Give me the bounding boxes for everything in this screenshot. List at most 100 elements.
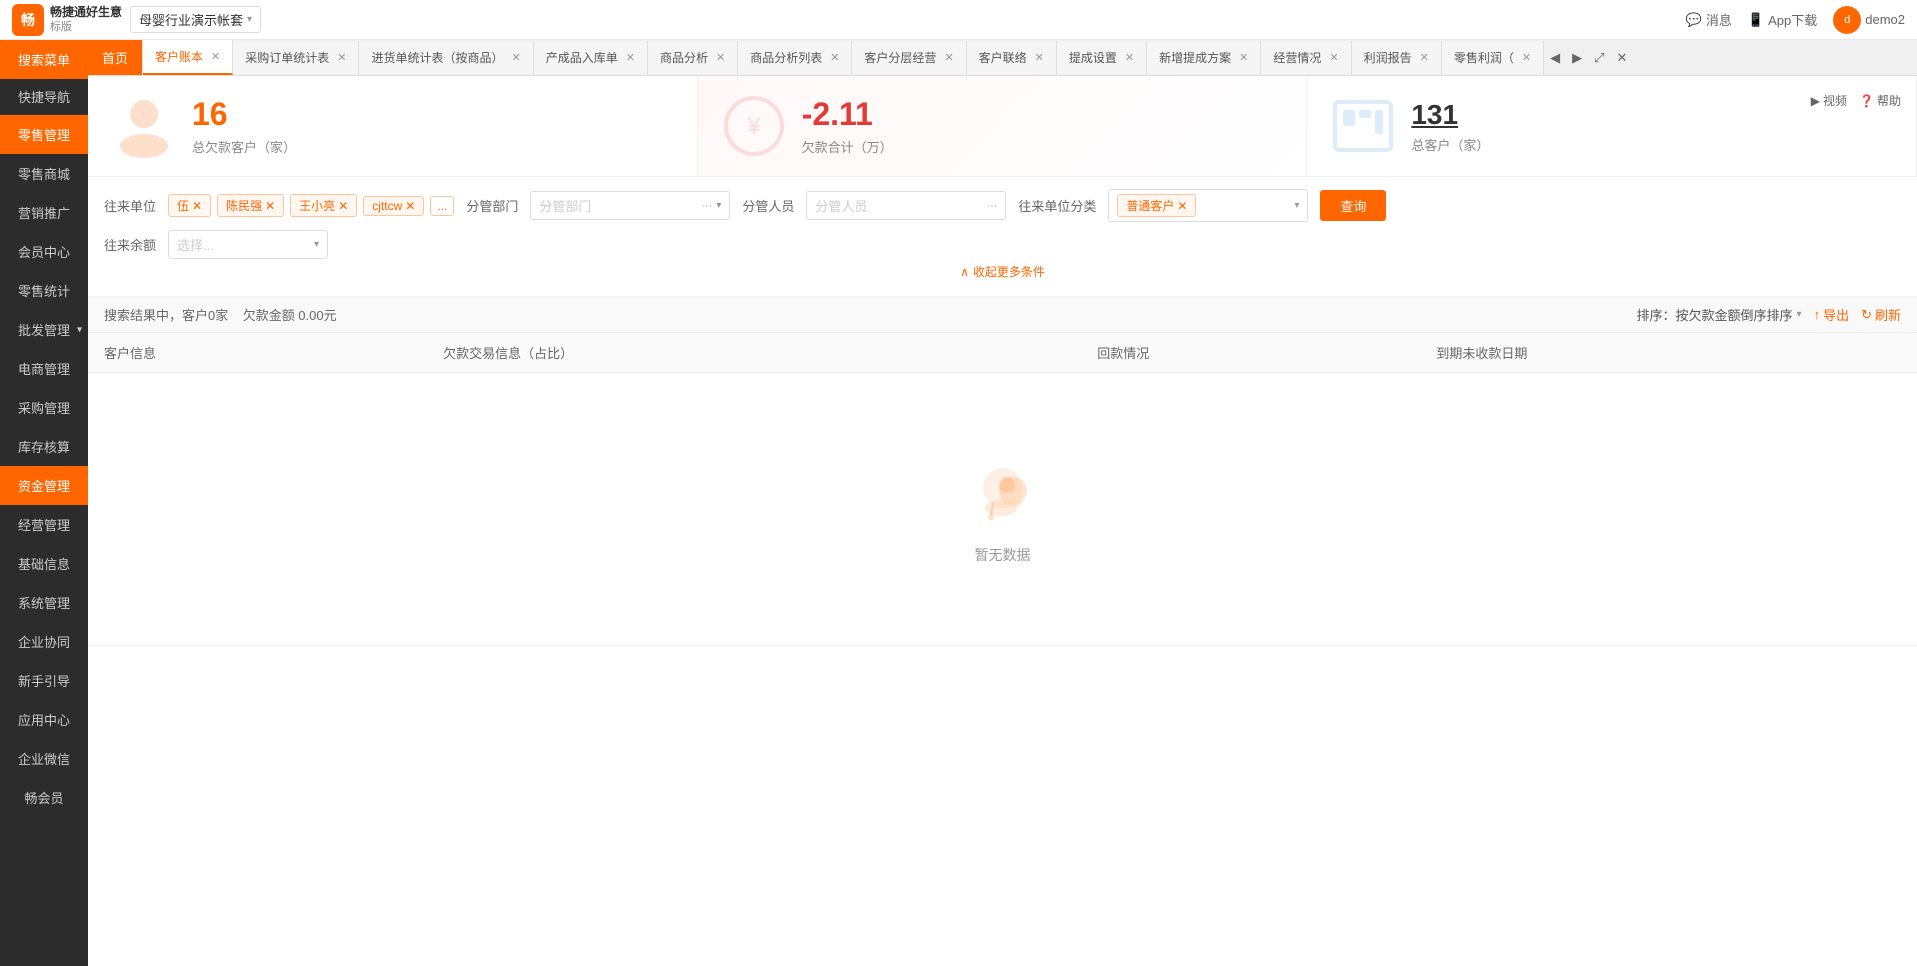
unit-class-select[interactable]: 普通客户 ✕ ▾ (1108, 189, 1308, 222)
chevron-down-icon: ▾ (247, 14, 252, 25)
sidebar-item-system[interactable]: 系统管理 (0, 583, 88, 622)
sidebar-item-retail-management[interactable]: 零售管理 (0, 115, 88, 154)
sidebar-item-wechat[interactable]: 企业微信 (0, 739, 88, 778)
tag-close-chen[interactable]: ✕ (265, 199, 275, 213)
video-button[interactable]: ▶ 视频 (1811, 92, 1847, 109)
total-clients-value: 131 (1411, 99, 1489, 131)
search-button[interactable]: 查询 (1320, 190, 1386, 221)
main-layout: 搜索菜单 快捷导航 零售管理 零售商城 营销推广 会员中心 零售统计 批发管理 … (0, 40, 1917, 966)
tab-retail-profit[interactable]: 零售利润（ ✕ (1442, 41, 1544, 74)
tab-close-icon[interactable]: ✕ (626, 51, 635, 64)
sidebar-item-inventory[interactable]: 库存核算 (0, 427, 88, 466)
export-button[interactable]: ↑ 导出 (1814, 305, 1850, 324)
refresh-icon: ↻ (1861, 307, 1872, 323)
tab-goods-analysis[interactable]: 商品分析 ✕ (648, 41, 738, 74)
sidebar-item-app-center[interactable]: 应用中心 (0, 700, 88, 739)
help-button[interactable]: ❓ 帮助 (1859, 92, 1901, 109)
balance-select[interactable]: 选择... ▾ (168, 230, 328, 259)
tab-close-icon[interactable]: ✕ (1239, 51, 1248, 64)
sidebar: 搜索菜单 快捷导航 零售管理 零售商城 营销推广 会员中心 零售统计 批发管理 … (0, 40, 88, 966)
stat-customers-values: 16 总欠款客户（家） (192, 96, 296, 156)
empty-text: 暂无数据 (975, 545, 1031, 565)
export-icon: ↑ (1814, 307, 1821, 322)
tab-goods-analysis-list[interactable]: 商品分析列表 ✕ (738, 41, 852, 74)
tab-close-icon[interactable]: ✕ (716, 51, 725, 64)
avatar: d (1833, 6, 1861, 34)
sidebar-item-wholesale[interactable]: 批发管理 (0, 310, 88, 349)
sidebar-item-guide[interactable]: 新手引导 (0, 661, 88, 700)
sidebar-item-purchase[interactable]: 采购管理 (0, 388, 88, 427)
tab-customer-contact[interactable]: 客户联络 ✕ (967, 41, 1057, 74)
stat-debt-values: -2.11 欠款合计（万） (802, 96, 893, 156)
tab-close-icon[interactable]: ✕ (1420, 51, 1429, 64)
sort-select[interactable]: 排序：按欠款金额倒序排序 ▾ (1637, 305, 1802, 324)
tab-inbound-stats[interactable]: 进货单统计表（按商品） ✕ (359, 41, 533, 74)
sidebar-item-retail-stats[interactable]: 零售统计 (0, 271, 88, 310)
tab-close-icon[interactable]: ✕ (1035, 51, 1044, 64)
tab-close-icon[interactable]: ✕ (1522, 51, 1531, 64)
app-download-button[interactable]: 📱 App下载 (1748, 10, 1817, 29)
tab-customer-layering[interactable]: 客户分层经营 ✕ (852, 41, 966, 74)
help-icon: ❓ (1859, 94, 1874, 108)
tab-profit-report[interactable]: 利润报告 ✕ (1352, 41, 1442, 74)
sidebar-item-basic-info[interactable]: 基础信息 (0, 544, 88, 583)
results-right: 排序：按欠款金额倒序排序 ▾ ↑ 导出 ↻ 刷新 (1637, 305, 1901, 324)
filter-tag-wang: 王小亮 ✕ (290, 194, 357, 217)
tag-close-cjttcw[interactable]: ✕ (405, 199, 415, 213)
filter-more-tags[interactable]: ... (430, 196, 454, 216)
unit-filter-label: 往来单位 (104, 196, 156, 215)
message-icon: 💬 (1686, 12, 1702, 28)
tab-business-status[interactable]: 经营情况 ✕ (1261, 41, 1351, 74)
filter-tag-cjttcw: cjttcw ✕ (363, 196, 424, 216)
tab-commission-settings[interactable]: 提成设置 ✕ (1057, 41, 1147, 74)
tag-close-wang[interactable]: ✕ (338, 199, 348, 213)
tab-expand-icon[interactable]: ⤢ (1588, 42, 1610, 74)
sidebar-search[interactable]: 搜索菜单 (0, 40, 88, 79)
tab-home[interactable]: 首页 (88, 40, 143, 75)
sidebar-item-retail-mall[interactable]: 零售商城 (0, 154, 88, 193)
tab-close-icon[interactable]: ✕ (1329, 51, 1338, 64)
col-due-date: 到期未收款日期 (1420, 333, 1917, 373)
video-icon: ▶ (1811, 94, 1820, 108)
unit-class-tag-close[interactable]: ✕ (1177, 199, 1187, 213)
results-bar: 搜索结果中，客户0家 欠款金额 0.00元 排序：按欠款金额倒序排序 ▾ ↑ 导… (88, 297, 1917, 333)
sidebar-item-enterprise[interactable]: 企业协同 (0, 622, 88, 661)
tag-close-wu[interactable]: ✕ (192, 199, 202, 213)
tab-close-all-icon[interactable]: ✕ (1610, 42, 1633, 74)
refresh-button[interactable]: ↻ 刷新 (1861, 305, 1901, 324)
sidebar-quick-nav[interactable]: 快捷导航 (0, 79, 88, 115)
user-menu[interactable]: d demo2 (1833, 6, 1905, 34)
store-select[interactable]: 母婴行业演示帐套 ▾ (130, 6, 261, 33)
tab-close-icon[interactable]: ✕ (211, 50, 220, 63)
tab-close-icon[interactable]: ✕ (830, 51, 839, 64)
dept-select[interactable]: 分管部门 ··· ▾ (530, 191, 730, 220)
tab-customer-ledger[interactable]: 客户账本 ✕ (143, 40, 233, 75)
col-payment-status: 回款情况 (1081, 333, 1420, 373)
tab-nav-next[interactable]: ▶ (1566, 42, 1588, 74)
total-clients-label: 总客户（家） (1411, 135, 1489, 154)
sidebar-item-vip[interactable]: 畅会员 (0, 778, 88, 817)
collapse-button[interactable]: ∧ 收起更多条件 (104, 259, 1901, 284)
col-customer-info: 客户信息 (88, 333, 427, 373)
sidebar-item-finance[interactable]: 资金管理 (0, 466, 88, 505)
tab-purchase-order-stats[interactable]: 采购订单统计表 ✕ (233, 41, 359, 74)
stat-top-right: ▶ 视频 ❓ 帮助 (1811, 92, 1901, 109)
tab-product-inbound[interactable]: 产成品入库单 ✕ (534, 41, 648, 74)
message-button[interactable]: 💬 消息 (1686, 10, 1732, 29)
sidebar-item-business[interactable]: 经营管理 (0, 505, 88, 544)
filter-tag-chen: 陈民强 ✕ (217, 194, 284, 217)
tab-close-icon[interactable]: ✕ (944, 51, 953, 64)
person-select[interactable]: 分管人员 ··· (806, 191, 1006, 220)
top-bar: 畅 畅捷通好生意 标版 母婴行业演示帐套 ▾ 💬 消息 📱 App下载 d de… (0, 0, 1917, 40)
tab-nav-prev[interactable]: ◀ (1544, 42, 1566, 74)
stat-total-clients: 131 总客户（家） (1307, 76, 1917, 176)
sidebar-item-marketing[interactable]: 营销推广 (0, 193, 88, 232)
sidebar-item-member-center[interactable]: 会员中心 (0, 232, 88, 271)
filter-area: 往来单位 伍 ✕ 陈民强 ✕ 王小亮 ✕ (88, 177, 1917, 297)
sidebar-item-ecommerce[interactable]: 电商管理 (0, 349, 88, 388)
chevron-up-icon: ∧ (960, 265, 969, 279)
tab-close-icon[interactable]: ✕ (512, 51, 521, 64)
tab-close-icon[interactable]: ✕ (337, 51, 346, 64)
tab-add-commission[interactable]: 新增提成方案 ✕ (1147, 41, 1261, 74)
tab-close-icon[interactable]: ✕ (1125, 51, 1134, 64)
